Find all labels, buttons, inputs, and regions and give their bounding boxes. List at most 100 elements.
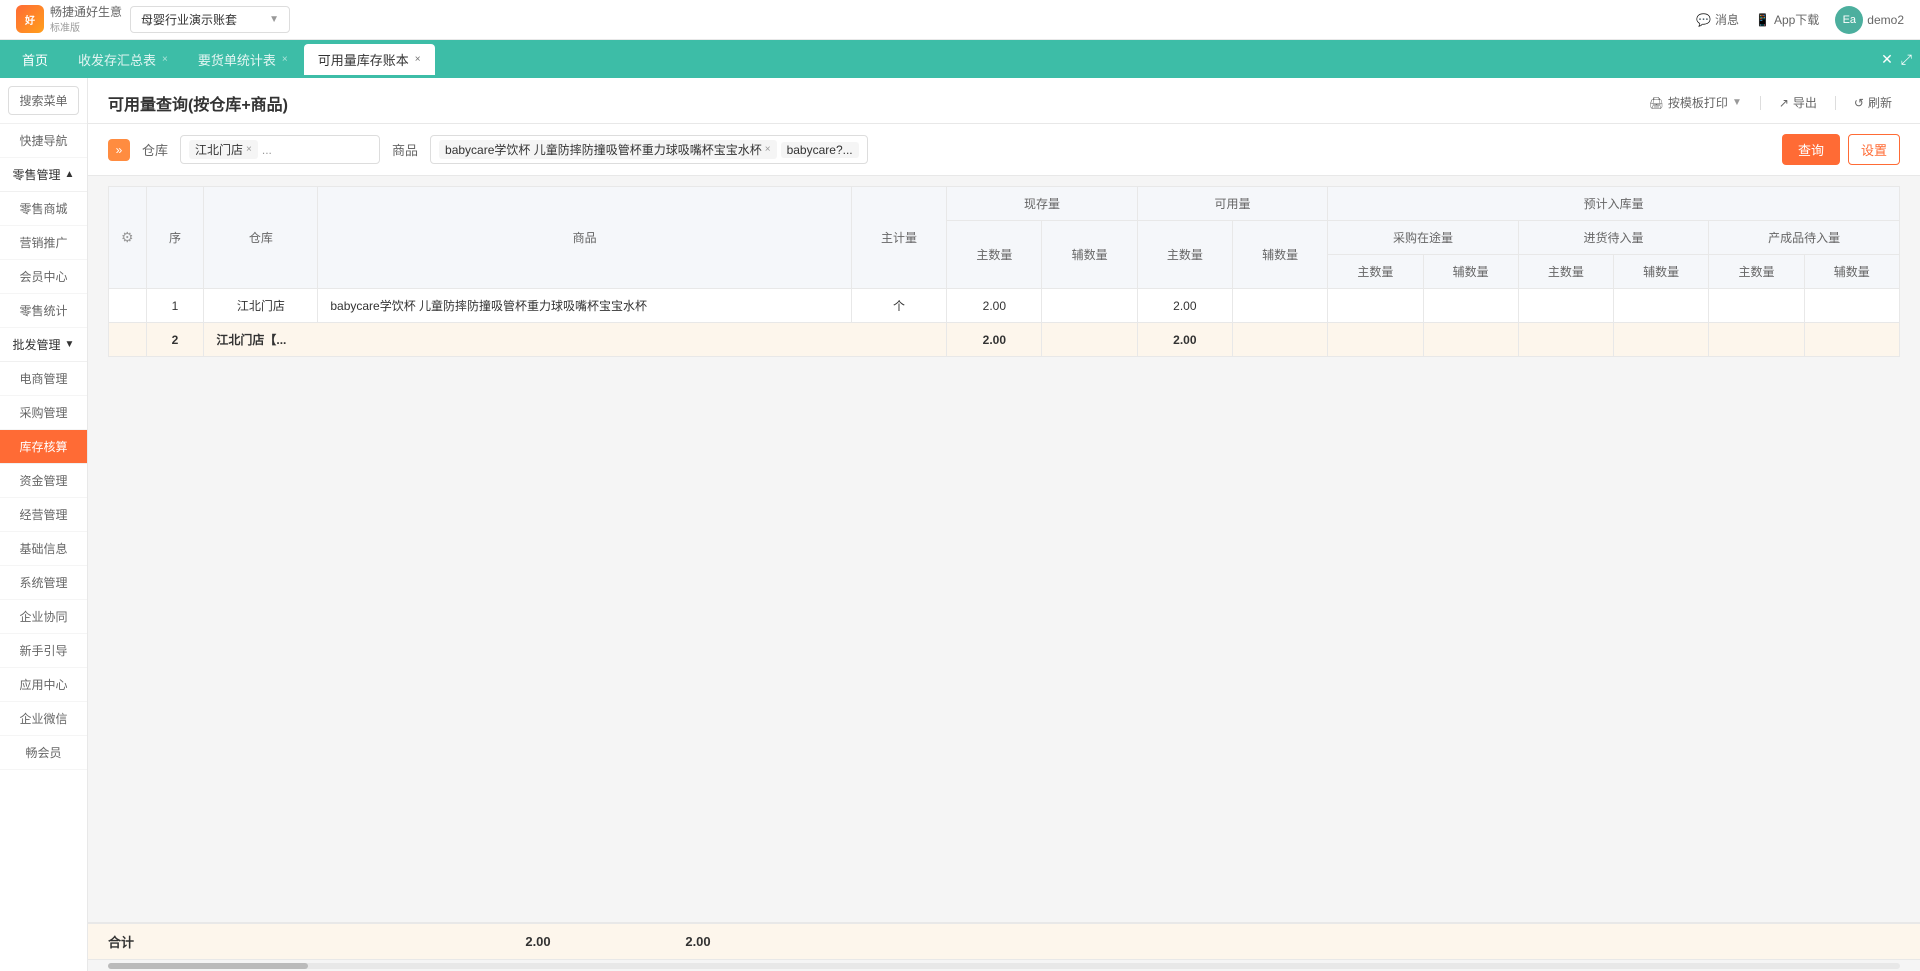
print-btn[interactable]: 🖨 按模板打印 ▼: [1641, 90, 1750, 115]
sidebar-item-ecommerce[interactable]: 电商管理: [0, 362, 87, 396]
tab-receive-summary-close[interactable]: ×: [162, 54, 168, 65]
logo-text-block: 畅捷通好生意 标准版: [50, 5, 122, 34]
chevron-down-icon: ▼: [269, 14, 279, 25]
sidebar-item-purchase[interactable]: 采购管理: [0, 396, 87, 430]
filter-expand-btn[interactable]: »: [108, 139, 130, 161]
footer-total-label: 合计: [108, 932, 208, 951]
user-area[interactable]: Ea demo2: [1835, 6, 1904, 34]
message-icon: 💬: [1696, 13, 1711, 27]
product-tag-1: babycare学饮杯 儿童防摔防撞吸管杯重力球吸嘴杯宝宝水杯 ×: [439, 140, 777, 159]
tab-available-stock-close[interactable]: ×: [415, 54, 421, 65]
warehouse-label: 仓库: [142, 140, 168, 159]
table-container: ⚙ 序 仓库 商品 主计量 现存量 可用量 预计入库量 主数量 辅数量 主数量: [88, 176, 1920, 922]
sidebar-item-quick-nav[interactable]: 快捷导航: [0, 124, 87, 158]
sidebar-item-appstore[interactable]: 应用中心: [0, 668, 87, 702]
filter-bar: » 仓库 江北门店 × ... 商品 babycare学饮杯 儿童防摔防撞吸管杯…: [88, 124, 1920, 176]
export-btn[interactable]: ↗ 导出: [1771, 90, 1825, 115]
user-initial: Ea: [1843, 14, 1856, 26]
warehouse-filter-input[interactable]: 江北门店 × ...: [180, 135, 380, 164]
fullscreen-btn[interactable]: ⤢: [1901, 51, 1912, 68]
sidebar-item-retail-mall[interactable]: 零售商城: [0, 192, 87, 226]
cell-goods-main: [1518, 289, 1613, 323]
sidebar-item-wechat[interactable]: 企业微信: [0, 702, 87, 736]
setting-btn[interactable]: 设置: [1848, 134, 1900, 165]
warehouse-more-btn[interactable]: ...: [262, 143, 272, 157]
sidebar-item-operations[interactable]: 经营管理: [0, 498, 87, 532]
tab-order-stats[interactable]: 要货单统计表 ×: [184, 44, 302, 75]
subtotal-p1: [1328, 323, 1423, 357]
column-settings-icon[interactable]: ⚙: [121, 229, 134, 245]
footer-stock-aux: [578, 934, 658, 949]
subtotal-avail-main: 2.00: [1137, 323, 1232, 357]
th-goods-aux: 辅数量: [1614, 255, 1709, 289]
app-download-btn[interactable]: 📱 App下载: [1755, 11, 1819, 28]
user-avatar: Ea: [1835, 6, 1863, 34]
scroll-track[interactable]: [108, 963, 1900, 969]
sidebar-item-marketing[interactable]: 营销推广: [0, 226, 87, 260]
th-product-aux: 辅数量: [1804, 255, 1899, 289]
app-name: 畅捷通好生意: [50, 5, 122, 19]
warehouse-tag-close[interactable]: ×: [246, 144, 252, 155]
app-subtext: 标准版: [50, 19, 122, 34]
sidebar-wholesale-label: 批发管理: [13, 336, 61, 353]
subtotal-stock-aux: [1042, 323, 1137, 357]
sidebar-retail-label: 零售管理: [13, 166, 61, 183]
product-tag-1-close[interactable]: ×: [765, 144, 771, 155]
subtotal-row: 2 江北门店【... 2.00 2.00: [109, 323, 1900, 357]
cell-checkbox: [109, 289, 147, 323]
sidebar-item-basic[interactable]: 基础信息: [0, 532, 87, 566]
divider-1: [1760, 96, 1761, 110]
subtotal-p3: [1518, 323, 1613, 357]
cell-purchase-main: [1328, 289, 1423, 323]
th-avail-main: 主数量: [1137, 221, 1232, 289]
product-label: 商品: [392, 140, 418, 159]
download-icon: 📱: [1755, 13, 1770, 27]
tab-order-stats-close[interactable]: ×: [282, 54, 288, 65]
sidebar-item-membership[interactable]: 会员中心: [0, 260, 87, 294]
search-menu-btn[interactable]: 搜索菜单: [8, 86, 79, 115]
th-available-group: 可用量: [1137, 187, 1328, 221]
sidebar-item-vip[interactable]: 畅会员: [0, 736, 87, 770]
sidebar-item-newbie[interactable]: 新手引导: [0, 634, 87, 668]
tab-home[interactable]: 首页: [8, 44, 62, 75]
th-goods-pending: 进货待入量: [1518, 221, 1709, 255]
product-tag-2: babycare?...: [781, 142, 859, 158]
subtotal-empty-check: [109, 323, 147, 357]
th-seq: 序: [146, 187, 204, 289]
th-stock-group: 现存量: [947, 187, 1138, 221]
th-product: 商品: [318, 187, 852, 289]
sidebar-item-finance[interactable]: 资金管理: [0, 464, 87, 498]
sidebar-item-inventory[interactable]: 库存核算: [0, 430, 87, 464]
sidebar-item-retail[interactable]: 零售管理 ▲: [0, 158, 87, 192]
sidebar-item-enterprise[interactable]: 企业协同: [0, 600, 87, 634]
refresh-btn[interactable]: ↺ 刷新: [1846, 90, 1900, 115]
sidebar-item-system[interactable]: 系统管理: [0, 566, 87, 600]
footer-values: 2.00 2.00: [208, 934, 1900, 949]
subtotal-avail-aux: [1232, 323, 1327, 357]
table-scrollbar: [88, 959, 1920, 971]
message-btn[interactable]: 💬 消息: [1696, 11, 1739, 28]
top-bar-left: 好 畅捷通好生意 标准版 母婴行业演示账套 ▼: [16, 5, 290, 34]
sidebar-search-area: 搜索菜单: [0, 78, 87, 124]
print-label: 按模板打印: [1668, 94, 1728, 111]
th-stock-main: 主数量: [947, 221, 1042, 289]
query-btn[interactable]: 查询: [1782, 134, 1840, 165]
tab-available-stock[interactable]: 可用量库存账本 ×: [304, 44, 435, 75]
sidebar-item-retail-stats[interactable]: 零售统计: [0, 294, 87, 328]
subtotal-p4: [1614, 323, 1709, 357]
subtotal-stock-main: 2.00: [947, 323, 1042, 357]
cell-warehouse: 江北门店: [204, 289, 318, 323]
subtotal-p6: [1804, 323, 1899, 357]
sidebar-item-wholesale[interactable]: 批发管理 ▼: [0, 328, 87, 362]
chevron-down-print: ▼: [1732, 97, 1742, 108]
app-download-label: App下载: [1774, 11, 1819, 28]
industry-selector[interactable]: 母婴行业演示账套 ▼: [130, 6, 290, 33]
cell-product-aux: [1804, 289, 1899, 323]
close-all-tabs-btn[interactable]: ✕: [1881, 51, 1893, 68]
product-filter-input[interactable]: babycare学饮杯 儿童防摔防撞吸管杯重力球吸嘴杯宝宝水杯 × babyca…: [430, 135, 868, 164]
cell-stock-aux: [1042, 289, 1137, 323]
th-main-unit: 主计量: [851, 187, 946, 289]
scroll-thumb[interactable]: [108, 963, 308, 969]
tab-receive-summary[interactable]: 收发存汇总表 ×: [64, 44, 182, 75]
cell-avail-main: 2.00: [1137, 289, 1232, 323]
